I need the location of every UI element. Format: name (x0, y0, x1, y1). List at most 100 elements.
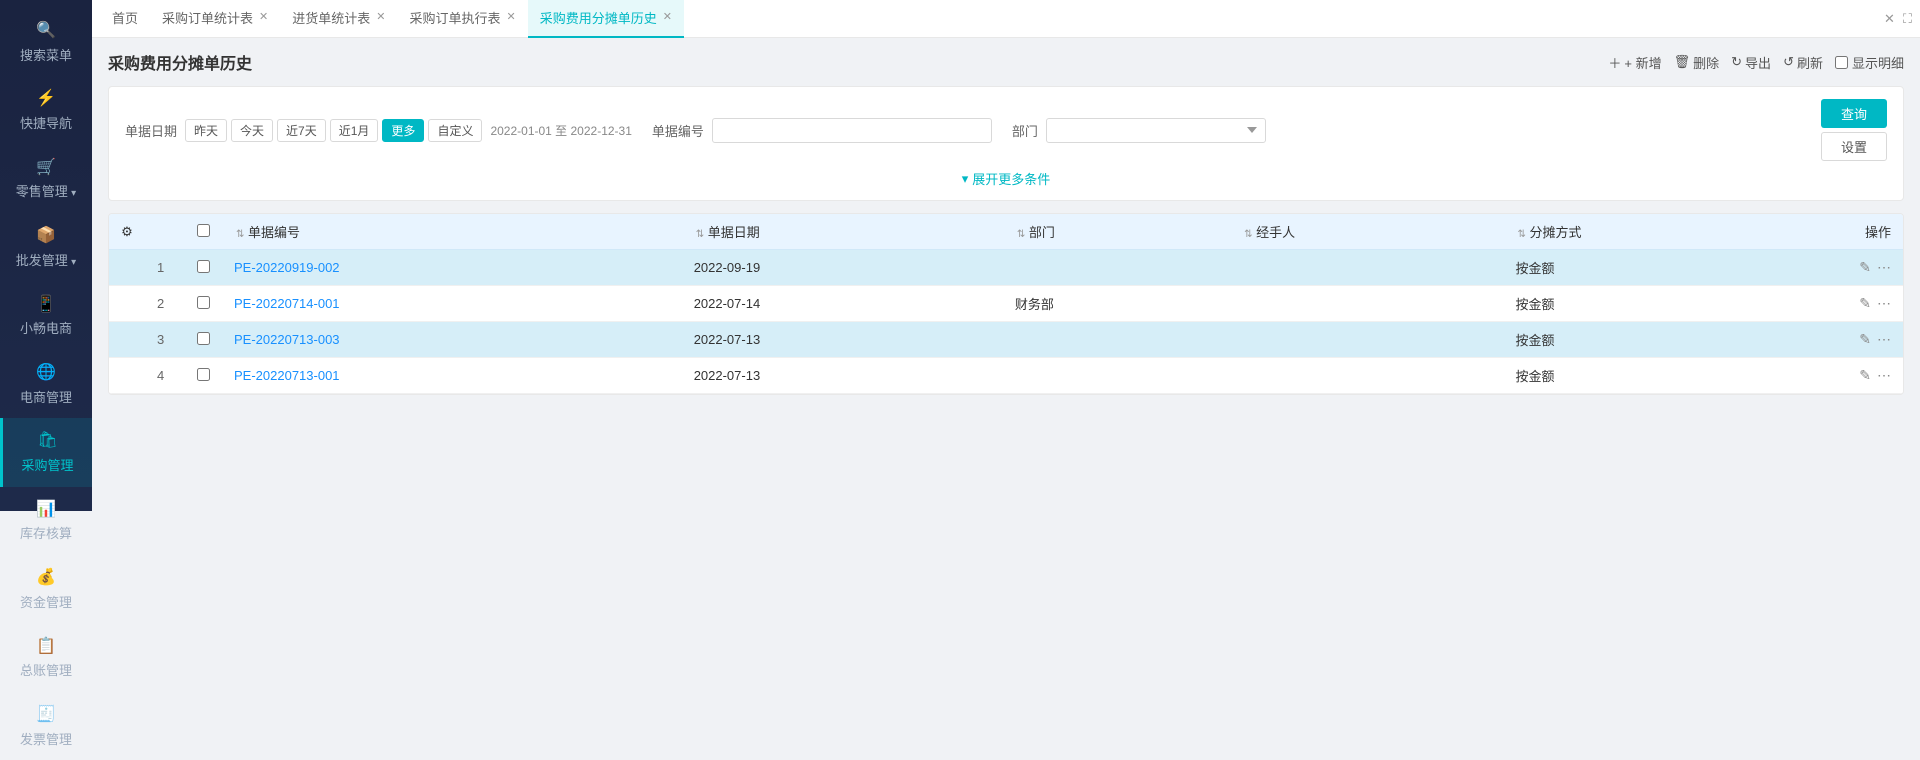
show-detail-toggle[interactable]: 显示明细 (1835, 53, 1904, 72)
date-btn-today[interactable]: 今天 (231, 119, 273, 142)
row-settings-cell (109, 358, 145, 394)
row-more-icon[interactable]: ⋯ (1877, 295, 1891, 312)
settings-button[interactable]: 设置 (1821, 132, 1887, 161)
row-docno-link[interactable]: PE-20220713-001 (234, 368, 340, 383)
tab-purchase-order-stats-close[interactable]: ✕ (259, 12, 268, 23)
row-checkbox-cell[interactable] (185, 322, 222, 358)
table-row: 1 PE-20220919-002 2022-09-19 按金额 ✎ ⋯ (109, 250, 1903, 286)
tab-bar: 首页 采购订单统计表 ✕ 进货单统计表 ✕ 采购订单执行表 ✕ 采购费用分摊单历… (92, 0, 1920, 38)
sidebar-item-ledger[interactable]: 📋 总账管理 (0, 624, 92, 692)
row-checkbox[interactable] (197, 260, 210, 273)
ecommerce-icon: 🌐 (4, 360, 88, 386)
row-checkbox[interactable] (197, 368, 210, 381)
date-btn-1month[interactable]: 近1月 (330, 119, 379, 142)
tab-purchase-goods-stats[interactable]: 进货单统计表 ✕ (280, 0, 397, 38)
row-checkbox-cell[interactable] (185, 250, 222, 286)
export-button[interactable]: ↻ 导出 (1731, 53, 1771, 72)
col-date-header[interactable]: ⇅ 单据日期 (682, 214, 1003, 250)
finance-icon: 💰 (4, 565, 88, 591)
tab-purchase-order-stats-label: 采购订单统计表 (162, 8, 253, 27)
sidebar-item-inventory[interactable]: 📊 库存核算 (0, 487, 92, 555)
row-checkbox[interactable] (197, 296, 210, 309)
col-handler-label: 经手人 (1256, 225, 1295, 240)
docno-filter-input[interactable] (712, 118, 992, 143)
delete-button[interactable]: 🗑 删除 (1674, 53, 1720, 72)
row-checkbox[interactable] (197, 332, 210, 345)
sidebar-item-finance[interactable]: 💰 资金管理 (0, 555, 92, 623)
col-actions-header: 操作 (1823, 214, 1903, 250)
date-range-display: 2022-01-01 至 2022-12-31 (490, 122, 631, 139)
tab-purchase-order-exec-close[interactable]: ✕ (507, 12, 516, 23)
sidebar-item-mini[interactable]: 📱 小畅电商 (0, 282, 92, 350)
main-area: 首页 采购订单统计表 ✕ 进货单统计表 ✕ 采购订单执行表 ✕ 采购费用分摊单历… (92, 0, 1920, 511)
tab-close-all-icon[interactable]: ✕ (1884, 11, 1895, 27)
row-checkbox-cell[interactable] (185, 358, 222, 394)
tab-purchase-goods-stats-close[interactable]: ✕ (376, 12, 385, 23)
sidebar-item-search[interactable]: 🔍 搜索菜单 (0, 8, 92, 76)
sidebar-item-ecommerce-label: 电商管理 (20, 390, 72, 405)
chevron-down-icon-2: ▾ (71, 257, 76, 268)
row-checkbox-cell[interactable] (185, 286, 222, 322)
tab-purchase-cost-history[interactable]: 采购费用分摊单历史 ✕ (528, 0, 684, 38)
row-more-icon[interactable]: ⋯ (1877, 259, 1891, 276)
col-method-header[interactable]: ⇅ 分摊方式 (1503, 214, 1823, 250)
sidebar-item-finance-label: 资金管理 (20, 595, 72, 610)
dept-filter-select[interactable] (1046, 118, 1266, 143)
row-edit-icon[interactable]: ✎ (1859, 295, 1871, 312)
row-edit-icon[interactable]: ✎ (1859, 331, 1871, 348)
sidebar-item-search-label: 搜索菜单 (20, 48, 72, 63)
col-dept-header[interactable]: ⇅ 部门 (1003, 214, 1230, 250)
chevron-down-icon: ▾ (71, 188, 76, 199)
col-docno-header[interactable]: ⇅ 单据编号 (222, 214, 682, 250)
expand-more-btn[interactable]: ▾ 展开更多条件 (125, 169, 1887, 188)
row-number: 2 (145, 286, 185, 322)
row-handler (1230, 250, 1503, 286)
tab-purchase-order-stats[interactable]: 采购订单统计表 ✕ (150, 0, 280, 38)
row-edit-icon[interactable]: ✎ (1859, 367, 1871, 384)
row-dept (1003, 358, 1230, 394)
expand-more-label: 展开更多条件 (972, 169, 1050, 188)
row-method: 按金额 (1503, 322, 1823, 358)
col-docno-label: 单据编号 (248, 225, 300, 240)
row-settings-cell (109, 250, 145, 286)
row-docno-link[interactable]: PE-20220919-002 (234, 260, 340, 275)
col-checkbox-header[interactable] (185, 214, 222, 250)
refresh-icon: ↺ (1783, 54, 1794, 70)
date-btn-custom[interactable]: 自定义 (428, 119, 482, 142)
tab-purchase-order-exec[interactable]: 采购订单执行表 ✕ (397, 0, 527, 38)
row-handler (1230, 286, 1503, 322)
refresh-button[interactable]: ↺ 刷新 (1783, 53, 1823, 72)
row-more-icon[interactable]: ⋯ (1877, 331, 1891, 348)
tab-purchase-cost-history-close[interactable]: ✕ (663, 12, 672, 23)
sidebar-item-quick[interactable]: ⚡ 快捷导航 (0, 76, 92, 144)
row-edit-icon[interactable]: ✎ (1859, 259, 1871, 276)
sidebar-item-invoice[interactable]: 🧾 发票管理 (0, 692, 92, 760)
toolbar: ＋ + 新增 🗑 删除 ↻ 导出 ↺ 刷新 显示明细 (1608, 53, 1904, 72)
inventory-icon: 📊 (4, 497, 88, 523)
date-btn-more[interactable]: 更多 (382, 119, 424, 142)
col-handler-header[interactable]: ⇅ 经手人 (1230, 214, 1503, 250)
show-detail-checkbox[interactable] (1835, 56, 1848, 69)
delete-label: 删除 (1693, 53, 1719, 72)
date-btn-yesterday[interactable]: 昨天 (185, 119, 227, 142)
date-btn-7days[interactable]: 近7天 (277, 119, 326, 142)
sidebar-item-ecommerce[interactable]: 🌐 电商管理 (0, 350, 92, 418)
col-settings-header[interactable]: ⚙ (109, 214, 145, 250)
sidebar-item-wholesale[interactable]: 📦 批发管理 ▾ (0, 213, 92, 281)
date-filter-group: 单据日期 昨天 今天 近7天 近1月 更多 自定义 2022-01-01 至 2… (125, 119, 632, 142)
row-docno-link[interactable]: PE-20220713-003 (234, 332, 340, 347)
row-docno-link[interactable]: PE-20220714-001 (234, 296, 340, 311)
row-actions: ✎ ⋯ (1823, 322, 1903, 358)
row-number: 4 (145, 358, 185, 394)
tab-fullscreen-icon[interactable]: ⛶ (1903, 11, 1912, 27)
sidebar-item-retail[interactable]: 🛒 零售管理 ▾ (0, 145, 92, 213)
select-all-checkbox[interactable] (197, 224, 210, 237)
tab-home[interactable]: 首页 (100, 0, 150, 38)
show-detail-label: 显示明细 (1852, 53, 1904, 72)
sidebar-item-purchase[interactable]: 🛍 采购管理 (0, 418, 92, 486)
table-row: 4 PE-20220713-001 2022-07-13 按金额 ✎ ⋯ (109, 358, 1903, 394)
quick-icon: ⚡ (4, 86, 88, 112)
add-button[interactable]: ＋ + 新增 (1608, 53, 1661, 72)
row-more-icon[interactable]: ⋯ (1877, 367, 1891, 384)
query-button[interactable]: 查询 (1821, 99, 1887, 128)
